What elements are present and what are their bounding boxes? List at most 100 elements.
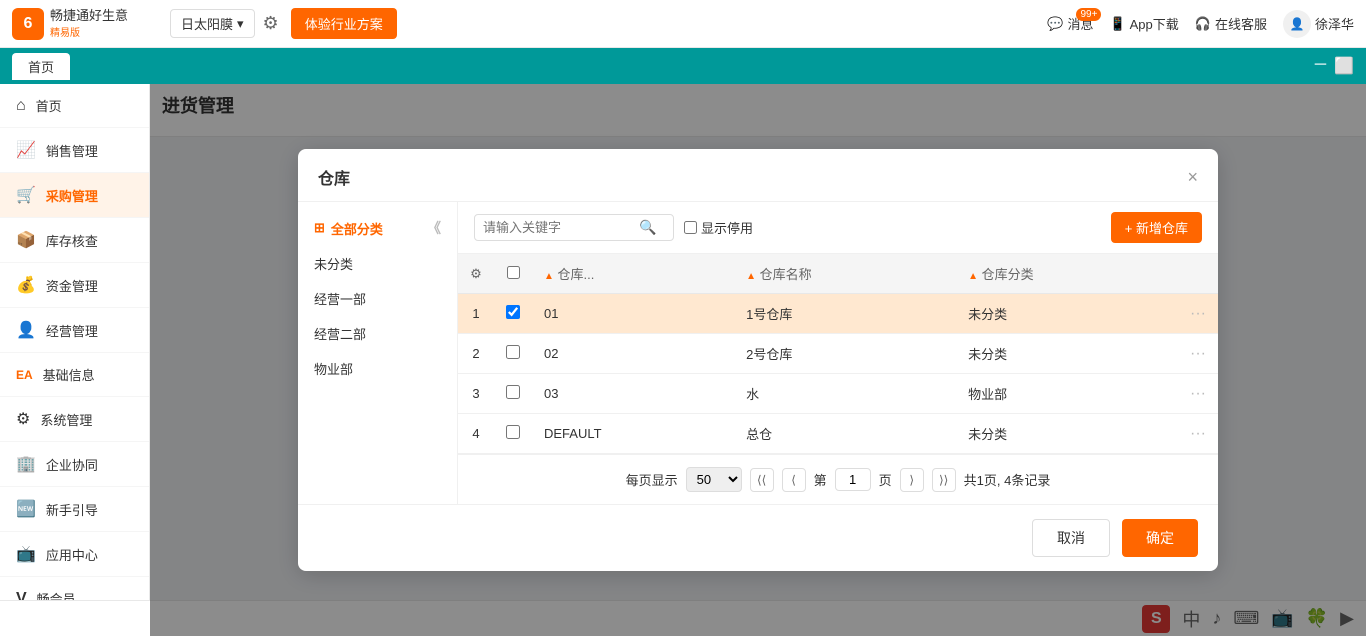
ellipsis-icon[interactable]: ··· [1190, 425, 1206, 442]
sidebar-item-enterprise[interactable]: 🏢 企业协同 [0, 442, 149, 487]
headphone-icon: 🎧 [1195, 16, 1211, 32]
col-action [1178, 254, 1218, 294]
row-checkbox[interactable] [506, 345, 520, 359]
app-download-btn[interactable]: 📱 App下载 [1109, 14, 1178, 33]
row-name: 总仓 [734, 414, 956, 454]
sidebar-item-basic-info[interactable]: EA 基础信息 [0, 353, 149, 397]
page-number-input[interactable] [835, 468, 871, 491]
table-body: 1 01 1号仓库 未分类 ··· 2 02 2号仓库 未分类 ··· 3 03… [458, 294, 1218, 454]
data-table: ⚙ ▲ 仓库... ▲ 仓库名称 [458, 254, 1218, 454]
sidebar-item-enterprise-label: 企业协同 [46, 455, 98, 474]
col-name: ▲ 仓库名称 [734, 254, 956, 294]
row-more-action[interactable]: ··· [1178, 334, 1218, 374]
table-row[interactable]: 1 01 1号仓库 未分类 ··· [458, 294, 1218, 334]
sort-name-icon: ▲ [746, 271, 756, 282]
content-area: 进货管理 仓库 × ⊞ 全部分类 《 [150, 84, 1366, 636]
last-page-btn[interactable]: ⟩⟩ [932, 468, 956, 492]
avatar: 👤 [1283, 10, 1311, 38]
table-row[interactable]: 3 03 水 物业部 ··· [458, 374, 1218, 414]
category-item-property[interactable]: 物业部 [298, 351, 457, 386]
user-profile[interactable]: 👤 徐泽华 [1283, 10, 1354, 38]
home-tab[interactable]: 首页 [12, 53, 70, 80]
sidebar-item-inventory[interactable]: 📦 库存核查 [0, 218, 149, 263]
online-service-btn[interactable]: 🎧 在线客服 [1195, 14, 1267, 33]
sales-icon: 📈 [16, 140, 36, 160]
page-unit: 页 [879, 470, 892, 489]
sidebar-item-app-center[interactable]: 📺 应用中心 [0, 532, 149, 577]
row-code: 01 [532, 294, 734, 334]
prev-page-btn[interactable]: ⟨ [782, 468, 806, 492]
sidebar-item-finance[interactable]: 💰 资金管理 [0, 263, 149, 308]
sidebar-item-purchase[interactable]: 🛒 采购管理 [0, 173, 149, 218]
message-badge: 99+ [1076, 8, 1101, 21]
row-name: 1号仓库 [734, 294, 956, 334]
row-name: 水 [734, 374, 956, 414]
row-more-action[interactable]: ··· [1178, 294, 1218, 334]
next-page-btn[interactable]: ⟩ [900, 468, 924, 492]
show-disabled-toggle[interactable]: 显示停用 [684, 218, 753, 237]
new-warehouse-button[interactable]: + 新增仓库 [1111, 212, 1202, 243]
category-item-unclassified[interactable]: 未分类 [298, 246, 457, 281]
sidebar-item-inventory-label: 库存核查 [46, 231, 98, 250]
total-info: 共1页, 4条记录 [964, 470, 1051, 489]
app-name: 畅捷通好生意 [50, 8, 128, 24]
guide-icon: 🆕 [16, 499, 36, 519]
sidebar-item-purchase-label: 采购管理 [46, 186, 98, 205]
category-item-ops2[interactable]: 经营二部 [298, 316, 457, 351]
settings-icon[interactable]: ⚙ [263, 13, 279, 34]
row-category: 未分类 [956, 414, 1178, 454]
row-code: 02 [532, 334, 734, 374]
category-all[interactable]: ⊞ 全部分类 《 [298, 210, 457, 246]
sidebar-item-home[interactable]: ⌂ 首页 [0, 84, 149, 128]
online-service-label: 在线客服 [1215, 14, 1267, 33]
row-checkbox-cell[interactable] [494, 374, 532, 414]
row-checkbox-cell[interactable] [494, 414, 532, 454]
first-page-btn[interactable]: ⟨⟨ [750, 468, 774, 492]
app-center-icon: 📺 [16, 544, 36, 564]
table-row[interactable]: 2 02 2号仓库 未分类 ··· [458, 334, 1218, 374]
modal-title: 仓库 [318, 165, 350, 189]
page-size-select[interactable]: 10 20 50 100 [686, 467, 742, 492]
category-item-ops1[interactable]: 经营一部 [298, 281, 457, 316]
row-category: 物业部 [956, 374, 1178, 414]
sidebar-item-system[interactable]: ⚙ 系统管理 [0, 397, 149, 442]
warehouse-modal: 仓库 × ⊞ 全部分类 《 未分类 经营一部 经营二部 [298, 149, 1218, 571]
confirm-button[interactable]: 确定 [1122, 519, 1198, 557]
modal-close-button[interactable]: × [1187, 167, 1198, 188]
app-download-label: App下载 [1130, 14, 1179, 33]
sidebar-item-sales-label: 销售管理 [46, 141, 98, 160]
collapse-categories-icon[interactable]: 《 [427, 218, 441, 238]
sidebar-item-guide[interactable]: 🆕 新手引导 [0, 487, 149, 532]
modal-footer: 取消 确定 [298, 504, 1218, 571]
ellipsis-icon[interactable]: ··· [1190, 345, 1206, 362]
row-checkbox-cell[interactable] [494, 334, 532, 374]
company-selector[interactable]: 日太阳膜 ▾ [170, 9, 255, 38]
ellipsis-icon[interactable]: ··· [1190, 305, 1206, 322]
row-more-action[interactable]: ··· [1178, 374, 1218, 414]
search-input[interactable] [483, 220, 633, 235]
sidebar-item-sales[interactable]: 📈 销售管理 [0, 128, 149, 173]
row-more-action[interactable]: ··· [1178, 414, 1218, 454]
search-box[interactable]: 🔍 [474, 214, 674, 241]
message-btn[interactable]: 💬 消息 99+ [1047, 14, 1093, 33]
sidebar-item-operations[interactable]: 👤 经营管理 [0, 308, 149, 353]
table-toolbar: 🔍 显示停用 + 新增仓库 [458, 202, 1218, 254]
table-header-row: ⚙ ▲ 仓库... ▲ 仓库名称 [458, 254, 1218, 294]
table-row[interactable]: 4 DEFAULT 总仓 未分类 ··· [458, 414, 1218, 454]
row-name: 2号仓库 [734, 334, 956, 374]
teal-bar-right: ─ ⬜ [1315, 56, 1354, 76]
sidebar-item-home-label: 首页 [36, 96, 62, 115]
row-checkbox[interactable] [506, 385, 520, 399]
row-checkbox-cell[interactable] [494, 294, 532, 334]
cancel-button[interactable]: 取消 [1032, 519, 1110, 557]
ellipsis-icon[interactable]: ··· [1190, 385, 1206, 402]
show-disabled-checkbox[interactable] [684, 221, 697, 234]
col-code: ▲ 仓库... [532, 254, 734, 294]
row-checkbox[interactable] [506, 305, 520, 319]
maximize-icon[interactable]: ⬜ [1334, 56, 1354, 76]
row-checkbox[interactable] [506, 425, 520, 439]
search-icon: 🔍 [639, 219, 656, 236]
select-all-checkbox[interactable] [507, 266, 520, 279]
trial-button[interactable]: 体验行业方案 [291, 8, 397, 39]
minimize-icon[interactable]: ─ [1315, 56, 1326, 76]
